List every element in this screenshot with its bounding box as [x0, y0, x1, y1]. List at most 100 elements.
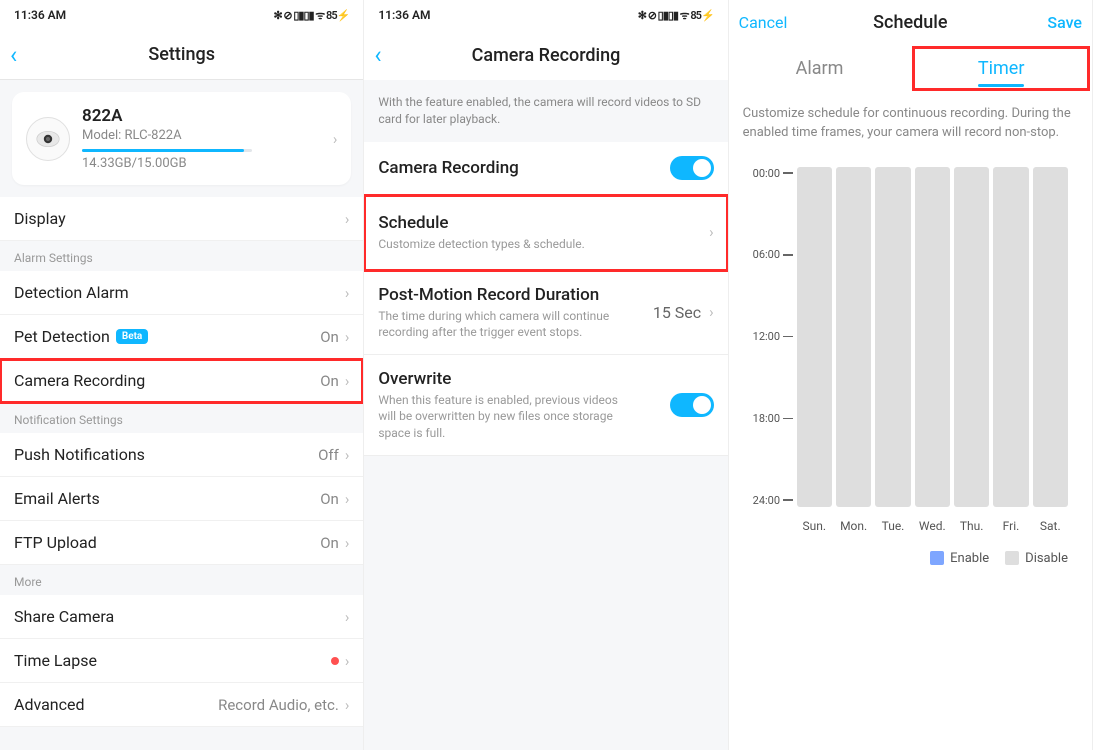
setting-title: Post-Motion Record Duration [378, 285, 628, 305]
setting-title: Overwrite [378, 369, 628, 389]
schedule-description: Customize schedule for continuous record… [729, 93, 1092, 155]
post-motion-row[interactable]: Post-Motion Record Duration The time dur… [364, 271, 727, 355]
row-label: Pet Detection Beta [14, 327, 148, 346]
disable-swatch-icon [1005, 551, 1019, 565]
camera-recording-toggle[interactable] [670, 156, 714, 180]
overwrite-row: Overwrite When this feature is enabled, … [364, 355, 727, 456]
title-bar: Cancel Schedule Save [729, 0, 1092, 44]
storage-bar [82, 149, 252, 152]
status-bar: 11:36 AM ✻ ⊘ ▯▮▯▮ ᯤ 85⚡ [364, 0, 727, 30]
day-axis: Sun. Mon. Tue. Wed. Thu. Fri. Sat. [797, 519, 1068, 533]
chevron-right-icon: › [345, 490, 350, 508]
row-label: Push Notifications [14, 445, 145, 464]
back-icon[interactable]: ‹ [10, 43, 17, 67]
chevron-right-icon: › [345, 328, 350, 346]
row-label: Detection Alarm [14, 283, 129, 302]
row-value: Off › [318, 446, 349, 464]
chevron-right-icon: › [345, 210, 350, 228]
title-bar: ‹ Camera Recording [364, 30, 727, 80]
camera-name: 822A [82, 106, 321, 126]
tab-alarm[interactable]: Alarm [729, 44, 911, 93]
legend: Enable Disable [753, 551, 1068, 566]
row-label: Time Lapse [14, 651, 97, 670]
setting-sub: Customize detection types & schedule. [378, 236, 585, 252]
day-column-tue[interactable] [875, 167, 910, 507]
day-label: Wed. [915, 519, 950, 533]
row-value: › [331, 652, 350, 670]
page-title: Camera Recording [472, 45, 621, 66]
overwrite-toggle[interactable] [670, 393, 714, 417]
chevron-right-icon: › [345, 652, 350, 670]
row-value: On › [320, 372, 349, 390]
day-column-mon[interactable] [836, 167, 871, 507]
camera-card[interactable]: 822A Model: RLC-822A 14.33GB/15.00GB › [12, 92, 351, 185]
legend-enable: Enable [930, 551, 989, 566]
day-column-fri[interactable] [993, 167, 1028, 507]
setting-sub: When this feature is enabled, previous v… [378, 392, 628, 441]
camera-recording-screen: 11:36 AM ✻ ⊘ ▯▮▯▮ ᯤ 85⚡ ‹ Camera Recordi… [364, 0, 728, 750]
beta-badge: Beta [116, 329, 148, 344]
schedule-grid[interactable] [797, 167, 1068, 507]
day-label: Sat. [1033, 519, 1068, 533]
detection-alarm-row[interactable]: Detection Alarm › [0, 271, 363, 315]
storage-text: 14.33GB/15.00GB [82, 156, 321, 171]
time-label: 06:00 [753, 248, 793, 261]
pet-detection-row[interactable]: Pet Detection Beta On › [0, 315, 363, 359]
row-label: FTP Upload [14, 533, 97, 552]
email-alerts-row[interactable]: Email Alerts On › [0, 477, 363, 521]
time-lapse-row[interactable]: Time Lapse › [0, 639, 363, 683]
section-more: More [0, 565, 363, 595]
schedule-screen: Cancel Schedule Save Alarm Timer Customi… [729, 0, 1093, 750]
chevron-right-icon: › [345, 446, 350, 464]
camera-recording-row[interactable]: Camera Recording On › [0, 359, 363, 403]
day-column-sun[interactable] [797, 167, 832, 507]
ftp-upload-row[interactable]: FTP Upload On › [0, 521, 363, 565]
section-notification-settings: Notification Settings [0, 403, 363, 433]
camera-icon [26, 117, 70, 161]
chevron-right-icon: › [345, 534, 350, 552]
status-icons: ✻ ⊘ ▯▮▯▮ ᯤ 85⚡ [273, 8, 349, 23]
time-label: 18:00 [753, 412, 793, 425]
page-title: Settings [148, 44, 215, 65]
time-label: 12:00 [753, 330, 793, 343]
setting-sub: The time during which camera will contin… [378, 308, 628, 340]
save-button[interactable]: Save [1047, 13, 1082, 32]
time-axis: 00:00 06:00 12:00 18:00 24:00 [753, 167, 797, 507]
day-column-wed[interactable] [915, 167, 950, 507]
row-label: Advanced [14, 695, 85, 714]
camera-info: 822A Model: RLC-822A 14.33GB/15.00GB [82, 106, 321, 171]
day-column-thu[interactable] [954, 167, 989, 507]
status-icons: ✻ ⊘ ▯▮▯▮ ᯤ 85⚡ [638, 8, 714, 23]
push-notifications-row[interactable]: Push Notifications Off › [0, 433, 363, 477]
camera-model: Model: RLC-822A [82, 128, 321, 143]
row-label: Camera Recording [14, 371, 145, 390]
schedule-tabs: Alarm Timer [729, 44, 1092, 93]
camera-recording-toggle-row: Camera Recording [364, 142, 727, 195]
enable-swatch-icon [930, 551, 944, 565]
row-label: Email Alerts [14, 489, 100, 508]
chevron-right-icon: › [709, 223, 714, 241]
setting-title: Camera Recording [378, 158, 518, 178]
status-time: 11:36 AM [14, 8, 66, 22]
chevron-right-icon: › [345, 608, 350, 626]
page-title: Schedule [873, 12, 947, 33]
day-column-sat[interactable] [1033, 167, 1068, 507]
chevron-right-icon: › [345, 284, 350, 302]
back-icon[interactable]: ‹ [374, 43, 381, 67]
share-camera-row[interactable]: Share Camera › [0, 595, 363, 639]
schedule-row[interactable]: Schedule Customize detection types & sch… [364, 195, 727, 271]
settings-screen: 11:36 AM ✻ ⊘ ▯▮▯▮ ᯤ 85⚡ ‹ Settings 822A … [0, 0, 364, 750]
chevron-right-icon: › [333, 130, 338, 148]
row-value: On › [320, 328, 349, 346]
chevron-right-icon: › [709, 303, 714, 321]
tab-timer[interactable]: Timer [910, 44, 1092, 93]
time-label: 24:00 [753, 494, 793, 507]
notification-dot-icon [331, 657, 339, 665]
display-row[interactable]: Display › [0, 197, 363, 241]
setting-title: Schedule [378, 213, 585, 233]
cancel-button[interactable]: Cancel [739, 13, 788, 32]
legend-disable: Disable [1005, 551, 1068, 566]
day-label: Thu. [954, 519, 989, 533]
row-label: Display [14, 209, 66, 228]
advanced-row[interactable]: Advanced Record Audio, etc. › [0, 683, 363, 727]
